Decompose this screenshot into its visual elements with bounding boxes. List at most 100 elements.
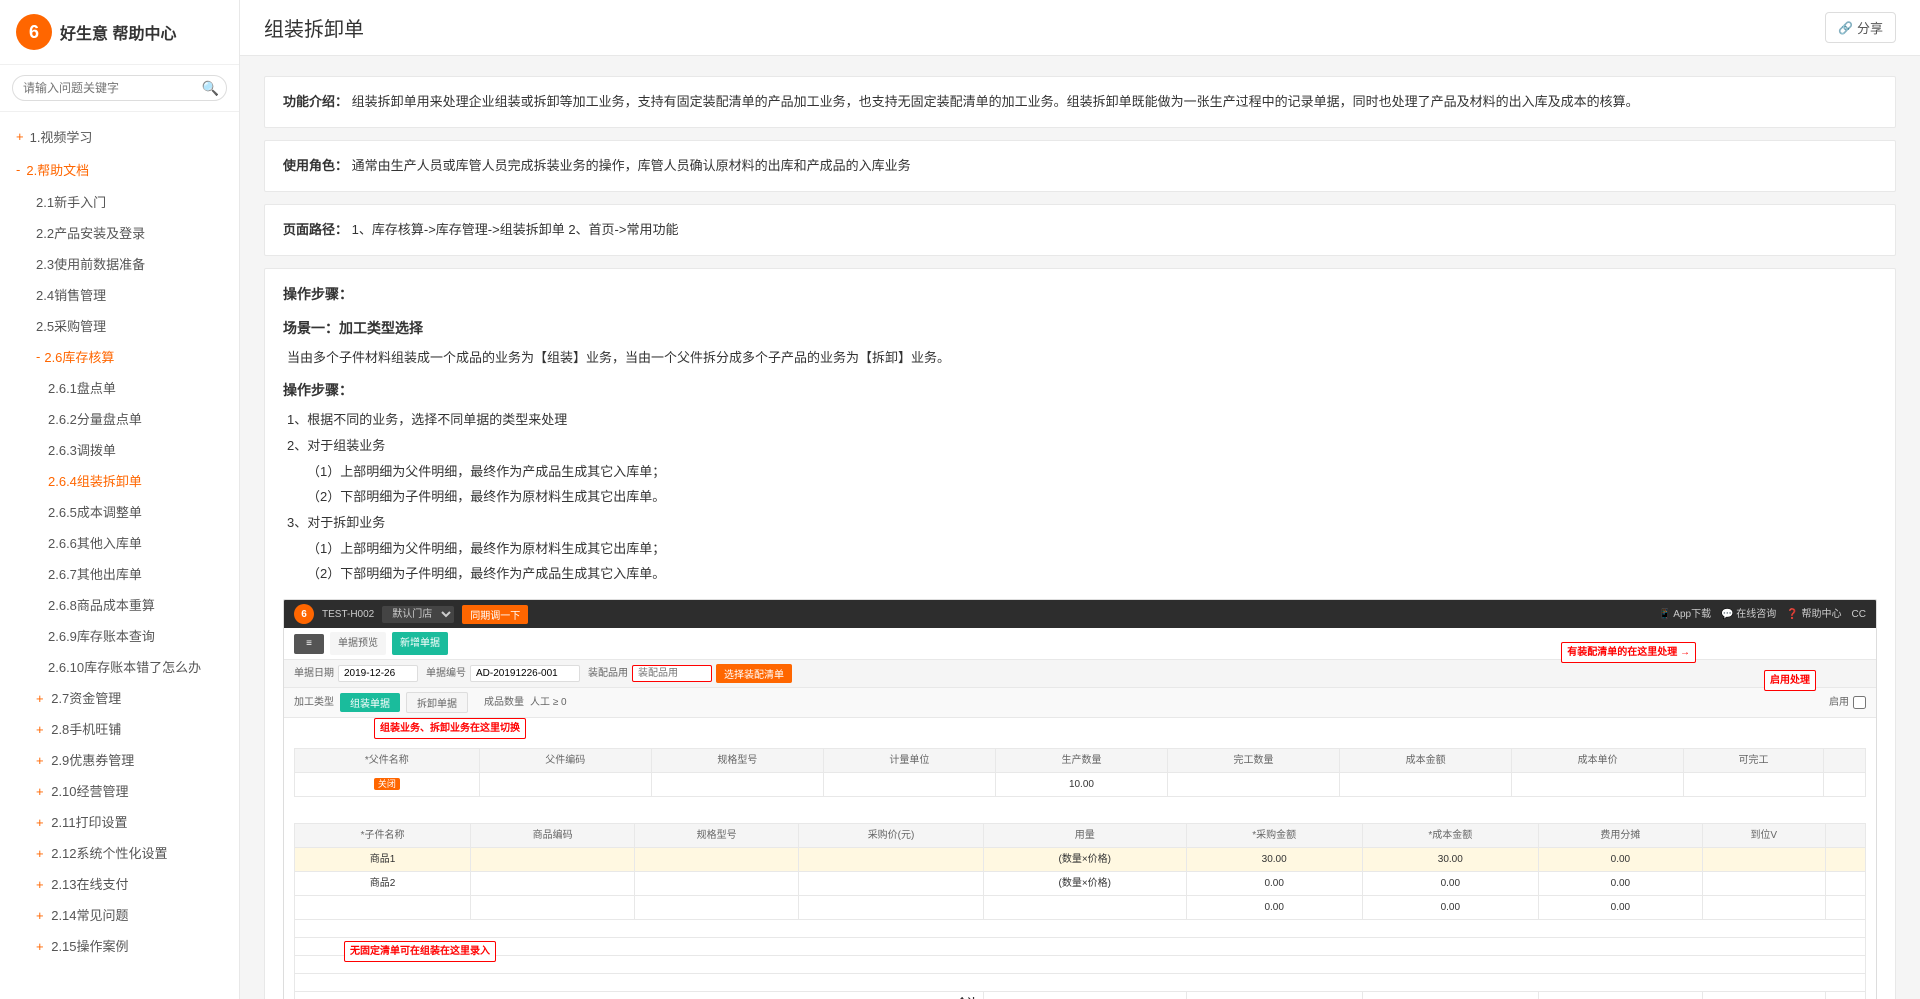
sidebar-item-payment[interactable]: + 2.13在线支付 [0, 868, 239, 899]
search-input[interactable] [12, 75, 227, 101]
mock-disassemble-btn[interactable]: 拆卸单据 [406, 692, 468, 713]
step3-sub1: （1）上部明细为父件明细，最终作为原材料生成其它出库单； [283, 538, 1877, 560]
sidebar-item-docs[interactable]: - 2.帮助文档 [0, 153, 239, 186]
mock-code-input[interactable] [470, 665, 580, 682]
table-row: 商品2 (数量×价格) 0.00 0.00 0.00 [295, 872, 1866, 896]
mock-tab-preview[interactable]: 单据预览 [330, 632, 386, 655]
sidebar-item-stock-query[interactable]: 2.6.9库存账本查询 [0, 620, 239, 651]
logo-icon: 6 [16, 14, 52, 50]
annotation-enable: 启用处理 [1764, 670, 1816, 691]
table-row [295, 938, 1866, 956]
table-row [295, 974, 1866, 992]
share-button[interactable]: 🔗 分享 [1825, 12, 1896, 43]
sidebar-item-purchase[interactable]: 2.5采购管理 [0, 310, 239, 341]
scenario1-title: 场景一：加工类型选择 [283, 317, 1877, 341]
mock-enable-checkbox[interactable] [1853, 696, 1866, 709]
annotation-no-bom: 无固定清单可在组装在这里录入 [344, 941, 496, 962]
annotation-type: 组装业务、拆卸业务在这里切换 [374, 718, 526, 739]
expand-icon: + [16, 129, 24, 144]
mock-enable-area: 启用 启用处理 [1829, 694, 1866, 711]
mock-store-select[interactable]: 默认门店 [382, 606, 454, 623]
mock-type-row: 加工类型 组装单据 拆卸单据 成品数量 人工 ≥ 0 组装业务、拆卸业务在这里切… [284, 688, 1876, 718]
table-row: 关闭 10.00 [295, 773, 1866, 797]
role-label: 使用角色： [283, 158, 348, 173]
mock-tab-new[interactable]: 新增单据 [392, 632, 448, 655]
sidebar-item-faq[interactable]: + 2.14常见问题 [0, 899, 239, 930]
content-area: 功能介绍： 组装拆卸单用来处理企业组装或拆卸等加工业务，支持有固定装配清单的产品… [240, 56, 1920, 999]
search-area: 🔍 [0, 65, 239, 112]
collapse-icon: - [16, 162, 20, 177]
annotation-assembly: 有装配清单的在这里处理 → [1561, 642, 1696, 663]
table-row [295, 920, 1866, 938]
page-title: 组装拆卸单 [264, 13, 364, 42]
intro-block: 功能介绍： 组装拆卸单用来处理企业组装或拆卸等加工业务，支持有固定装配清单的产品… [264, 76, 1896, 128]
logo-area: 6 好生意 帮助中心 [0, 0, 239, 65]
sidebar-item-stocktake[interactable]: 2.6.1盘点单 [0, 372, 239, 403]
step3: 3、对于拆卸业务 [283, 512, 1877, 534]
sidebar-item-cost-adjust[interactable]: 2.6.5成本调整单 [0, 496, 239, 527]
sidebar-item-coupon[interactable]: + 2.9优惠券管理 [0, 744, 239, 775]
mock-date-field: 单据日期 [294, 665, 418, 682]
sidebar-item-adjustment[interactable]: 2.6.3调拨单 [0, 434, 239, 465]
mock-select-btn[interactable]: 选择装配清单 [716, 664, 792, 683]
mock-app-id: TEST-H002 [322, 606, 374, 623]
sidebar-item-inventory[interactable]: - 2.6库存核算 [0, 341, 239, 372]
sidebar-item-stock-error[interactable]: 2.6.10库存账本错了怎么办 [0, 651, 239, 682]
sidebar-item-mobile[interactable]: + 2.8手机旺铺 [0, 713, 239, 744]
table-row: 0.00 0.00 0.00 [295, 896, 1866, 920]
logo-text: 好生意 帮助中心 [60, 20, 176, 44]
mock-code-field: 单据编号 [426, 665, 580, 682]
steps-block: 操作步骤： 场景一：加工类型选择 当由多个子件材料组装成一个成品的业务为【组装】… [264, 268, 1896, 999]
ops-steps-subtitle: 操作步骤： [283, 379, 1877, 403]
mock-table2-area: 无固定清单可在组装在这里录入 *子件名称 商品编码 规格型号 采购价(元) 用量… [284, 803, 1876, 999]
table-row: 商品1 (数量×价格) 30.00 30.00 0.00 [295, 848, 1866, 872]
search-icon[interactable]: 🔍 [202, 80, 219, 97]
search-box: 🔍 [12, 75, 227, 101]
mock-assembly-field: 装配品用 选择装配清单 [588, 664, 792, 683]
sidebar-item-sales[interactable]: 2.4销售管理 [0, 279, 239, 310]
nav-area: + 1.视频学习 - 2.帮助文档 2.1新手入门 2.2产品安装及登录 2.3… [0, 112, 239, 999]
share-icon: 🔗 [1838, 21, 1853, 35]
step3-sub2: （2）下部明细为子件明细，最终作为产成品生成其它入库单。 [283, 563, 1877, 585]
sidebar-item-assembly[interactable]: 2.6.4组装拆卸单 [0, 465, 239, 496]
path-label: 页面路径： [283, 222, 348, 237]
topbar: 组装拆卸单 🔗 分享 [240, 0, 1920, 56]
sidebar-item-other-out[interactable]: 2.6.7其他出库单 [0, 558, 239, 589]
mock-sync-btn[interactable]: 同期调一下 [462, 605, 528, 624]
step2: 2、对于组装业务 [283, 435, 1877, 457]
mock-date-input[interactable] [338, 665, 418, 682]
sidebar: 6 好生意 帮助中心 🔍 + 1.视频学习 - 2.帮助文档 2.1新手入门 2… [0, 0, 240, 999]
mock-app-topbar: 6 TEST-H002 默认门店 同期调一下 📱 App下载 💬 在线咨询 ❓ … [284, 600, 1876, 628]
main-content: 组装拆卸单 🔗 分享 功能介绍： 组装拆卸单用来处理企业组装或拆卸等加工业务，支… [240, 0, 1920, 999]
intro-text: 组装拆卸单用来处理企业组装或拆卸等加工业务，支持有固定装配清单的产品加工业务，也… [352, 94, 1639, 109]
mock-sidebar-icon: ≡ [294, 634, 324, 654]
sidebar-item-capital[interactable]: + 2.7资金管理 [0, 682, 239, 713]
mock-table1: *父件名称 父件编码 规格型号 计量单位 生产数量 完工数量 成本金额 成本单价… [294, 748, 1866, 797]
sidebar-item-cost-recalc[interactable]: 2.6.8商品成本重算 [0, 589, 239, 620]
path-text: 1、库存核算->库存管理->组装拆卸单 2、首页->常用功能 [352, 222, 679, 237]
sidebar-item-newbie[interactable]: 2.1新手入门 [0, 186, 239, 217]
role-block: 使用角色： 通常由生产人员或库管人员完成拆装业务的操作，库管人员确认原材料的出库… [264, 140, 1896, 192]
mock-table2: *子件名称 商品编码 规格型号 采购价(元) 用量 *采购金额 *成本金额 费用… [294, 823, 1866, 999]
sidebar-item-install[interactable]: 2.2产品安装及登录 [0, 217, 239, 248]
mock-assembly-input[interactable] [632, 665, 712, 682]
sidebar-item-data-prep[interactable]: 2.3使用前数据准备 [0, 248, 239, 279]
sidebar-item-custom[interactable]: + 2.12系统个性化设置 [0, 837, 239, 868]
sidebar-item-partial-stocktake[interactable]: 2.6.2分量盘点单 [0, 403, 239, 434]
mock-form-toolbar: 单据日期 单据编号 装配品用 选择装配清单 有 [284, 660, 1876, 688]
mock-logo: 6 [294, 604, 314, 624]
scenario1-desc: 当由多个子件材料组装成一个成品的业务为【组装】业务，当由一个父件拆分成多个子产品… [283, 347, 1877, 369]
sidebar-item-ops[interactable]: + 2.10经营管理 [0, 775, 239, 806]
sidebar-item-video[interactable]: + 1.视频学习 [0, 120, 239, 153]
table-footer: 合计 89.08 0.06 0.00 0.00 [295, 992, 1866, 999]
step2-sub2: （2）下部明细为子件明细，最终作为原材料生成其它出库单。 [283, 486, 1877, 508]
mock-screen: 6 TEST-H002 默认门店 同期调一下 📱 App下载 💬 在线咨询 ❓ … [284, 600, 1876, 999]
step2-sub1: （1）上部明细为父件明细，最终作为产成品生成其它入库单； [283, 461, 1877, 483]
step1: 1、根据不同的业务，选择不同单据的类型来处理 [283, 409, 1877, 431]
screenshot-container: 6 TEST-H002 默认门店 同期调一下 📱 App下载 💬 在线咨询 ❓ … [283, 599, 1877, 999]
sidebar-item-other-in[interactable]: 2.6.6其他入库单 [0, 527, 239, 558]
sidebar-item-cases[interactable]: + 2.15操作案例 [0, 930, 239, 961]
ops-title: 操作步骤： [283, 283, 1877, 307]
mock-assemble-btn[interactable]: 组装单据 [340, 693, 400, 712]
sidebar-item-print[interactable]: + 2.11打印设置 [0, 806, 239, 837]
